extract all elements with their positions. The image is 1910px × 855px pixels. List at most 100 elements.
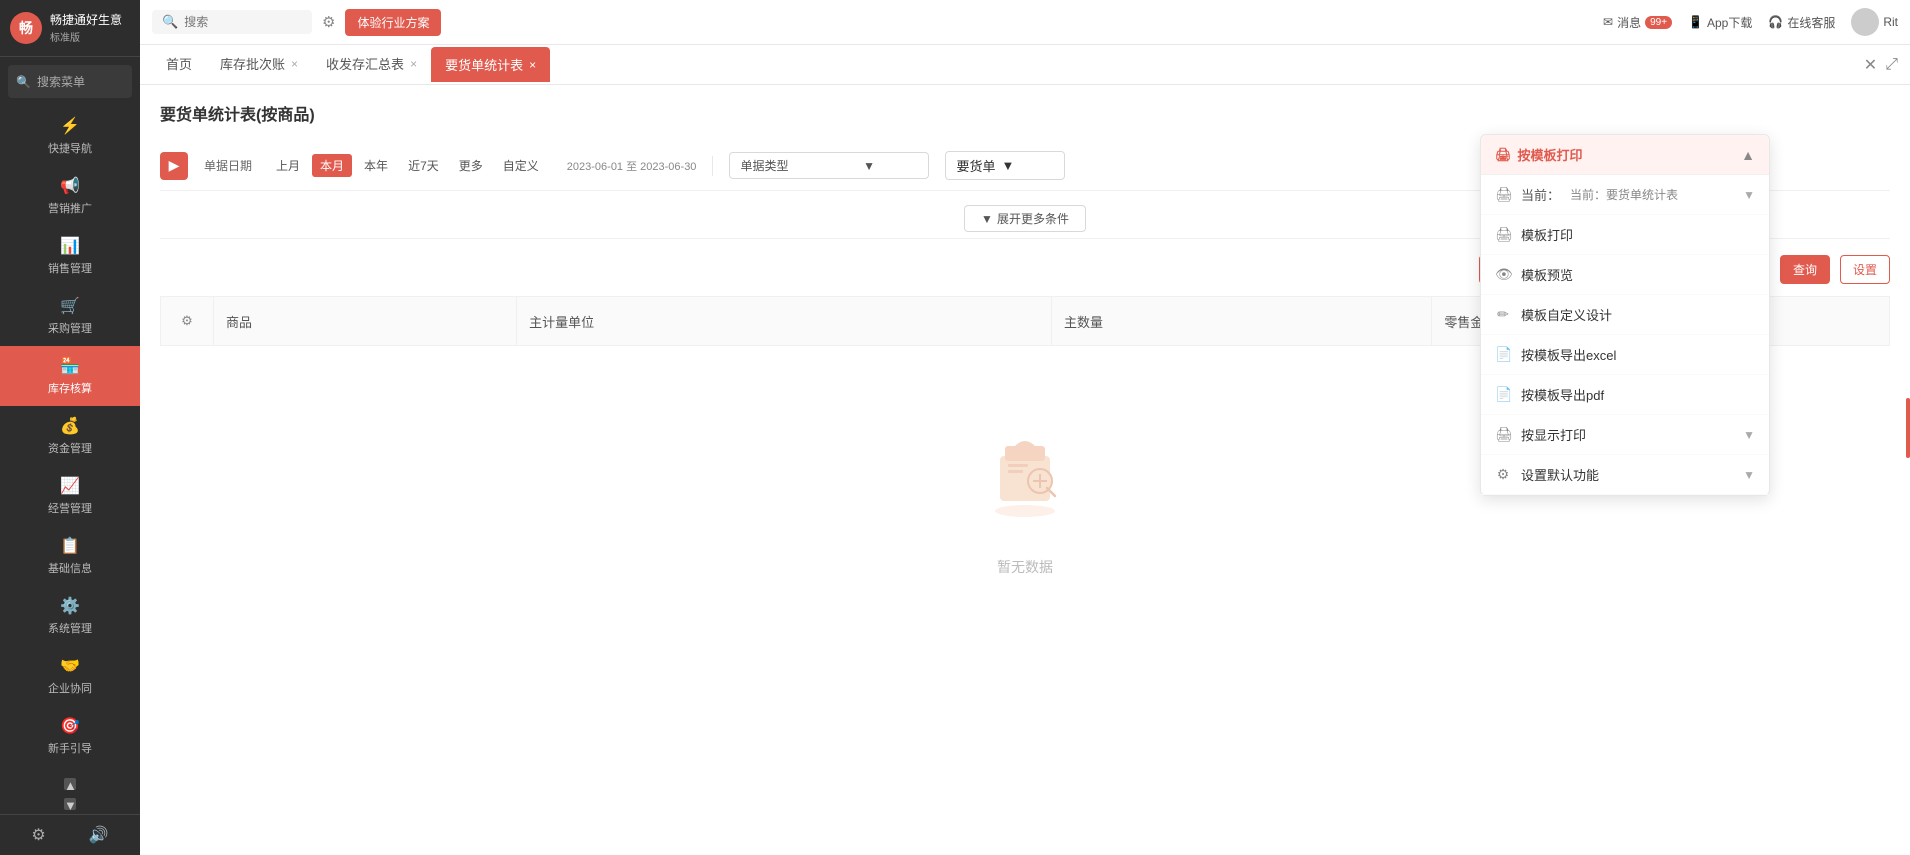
dropdown-template-print[interactable]: 🖨 模板打印 [1481, 215, 1769, 255]
sidebar-item-basic[interactable]: 📋 基础信息 [0, 526, 140, 586]
expand-icon: ▼ [981, 212, 993, 226]
sidebar: 畅 畅捷通好生意 标准版 🔍 搜索菜单 ⚡ 快捷导航 📢 营销推广 📊 销售管理… [0, 0, 140, 855]
date-tab-current[interactable]: 本月 [312, 154, 352, 177]
col-quantity: 主数量 [1051, 297, 1431, 346]
dropdown-template-excel[interactable]: 📄 按模板导出excel [1481, 335, 1769, 375]
tab-receivable-summary-label: 收发存汇总表 [326, 54, 404, 73]
template-print-label: 模板打印 [1521, 225, 1573, 244]
app-icon: 📱 [1688, 15, 1703, 29]
topbar-right: ✉ 消息 99+ 📱 App下载 🎧 在线客服 Rit [1603, 8, 1898, 36]
display-print-icon: 🖨 [1495, 426, 1511, 443]
filter-toggle-icon: ▶ [169, 157, 180, 174]
sidebar-item-inventory[interactable]: 🏪 库存核算 [0, 346, 140, 406]
tab-inventory-batch[interactable]: 库存批次账 × [206, 46, 312, 83]
template-preview-icon: 👁 [1495, 266, 1511, 283]
filter-type-select[interactable]: 单据类型 ▼ [729, 152, 929, 179]
date-tab-custom[interactable]: 自定义 [495, 154, 547, 177]
sidebar-scroll-down[interactable]: ▼ [64, 798, 76, 810]
tab-order-stats-close[interactable]: × [529, 58, 536, 72]
topbar-app-download[interactable]: 📱 App下载 [1688, 14, 1752, 31]
default-feature-arrow: ▼ [1743, 468, 1755, 482]
topbar-search-box[interactable]: 🔍 [152, 10, 312, 34]
date-tab-year[interactable]: 本年 [356, 154, 396, 177]
settings-btn[interactable]: 设置 [1840, 255, 1890, 284]
print-dropdown-icon: 🖨 [1495, 147, 1512, 163]
default-feature-icon: ⚙ [1495, 466, 1511, 483]
dropdown-template-pdf[interactable]: 📄 按模板导出pdf [1481, 375, 1769, 415]
marketing-icon: 📢 [60, 176, 80, 196]
topbar-message[interactable]: ✉ 消息 99+ [1603, 14, 1672, 31]
sidebar-search[interactable]: 🔍 搜索菜单 [8, 65, 132, 98]
dropdown-template-design[interactable]: ✏ 模板自定义设计 [1481, 295, 1769, 335]
current-template-name: 当前：要货单统计表 [1570, 186, 1678, 203]
dropdown-display-print[interactable]: 🖨 按显示打印 ▼ [1481, 415, 1769, 455]
tab-inventory-batch-label: 库存批次账 [220, 54, 285, 73]
sidebar-item-sales[interactable]: 📊 销售管理 [0, 226, 140, 286]
sidebar-item-appstore[interactable]: 📱 应用中心 [0, 766, 140, 774]
volume-bottom-btn[interactable]: 🔊 [89, 825, 109, 845]
sidebar-item-quick-nav[interactable]: ⚡ 快捷导航 [0, 106, 140, 166]
query-label: 查询 [1793, 261, 1817, 278]
sidebar-item-operations[interactable]: 📈 经营管理 [0, 466, 140, 526]
filter-type-label: 单据类型 [740, 157, 795, 174]
table-col-settings-btn[interactable]: ⚙ [173, 307, 201, 335]
sidebar-bottom: ⚙ 🔊 [0, 814, 140, 855]
sidebar-item-label: 资金管理 [48, 440, 92, 456]
sidebar-item-label: 采购管理 [48, 320, 92, 336]
tab-order-stats[interactable]: 要货单统计表 × [431, 47, 550, 82]
current-template-icon: 🖨 [1495, 186, 1511, 203]
topbar-trial-btn[interactable]: 体验行业方案 [345, 9, 441, 36]
topbar-service[interactable]: 🎧 在线客服 [1768, 14, 1835, 31]
query-btn[interactable]: 查询 [1780, 255, 1830, 284]
template-preview-label: 模板预览 [1521, 265, 1573, 284]
message-icon: ✉ [1603, 15, 1613, 29]
sidebar-item-system[interactable]: ⚙️ 系统管理 [0, 586, 140, 646]
topbar-search-input[interactable] [184, 15, 284, 29]
filter-tag-dropdown-icon: ▼ [1001, 158, 1014, 173]
sidebar-item-enterprise[interactable]: 🤝 企业协同 [0, 646, 140, 706]
filter-tag-select[interactable]: 要货单 ▼ [945, 151, 1065, 180]
dropdown-default-feature[interactable]: ⚙ 设置默认功能 ▼ [1481, 455, 1769, 495]
sidebar-scroll-up[interactable]: ▲ [64, 778, 76, 790]
template-print-icon: 🖨 [1495, 226, 1511, 243]
date-tabs: 上月 本月 本年 近7天 更多 自定义 [268, 154, 547, 177]
tab-receivable-summary[interactable]: 收发存汇总表 × [312, 46, 431, 83]
dropdown-template-preview[interactable]: 👁 模板预览 [1481, 255, 1769, 295]
tabbar-close-btn[interactable]: ✕ [1864, 55, 1877, 75]
tab-inventory-batch-close[interactable]: × [291, 57, 298, 71]
tab-home[interactable]: 首页 [152, 46, 206, 83]
dropdown-current-template[interactable]: 🖨 当前： 当前：要货单统计表 ▼ [1481, 175, 1769, 215]
template-pdf-label: 按模板导出pdf [1521, 385, 1604, 404]
topbar-gear-icon[interactable]: ⚙ [322, 13, 335, 31]
topbar-user[interactable]: Rit [1851, 8, 1898, 36]
username-label: Rit [1883, 15, 1898, 29]
filter-expand-more-btn[interactable]: ▼ 展开更多条件 [964, 205, 1086, 232]
logo-title: 畅捷通好生意 [50, 12, 122, 29]
search-icon: 🔍 [16, 75, 31, 89]
col-product: 商品 [214, 297, 517, 346]
filter-toggle-btn[interactable]: ▶ [160, 152, 188, 180]
sidebar-item-label: 基础信息 [48, 560, 92, 576]
date-tab-7days[interactable]: 近7天 [400, 154, 447, 177]
date-range-text: 2023-06-01 至 2023-06-30 [567, 158, 697, 174]
topbar: 🔍 ⚙ 体验行业方案 ✉ 消息 99+ 📱 App下载 🎧 在线客服 Rit [140, 0, 1910, 45]
print-dropdown-close-btn[interactable]: ▲ [1741, 147, 1755, 163]
settings-bottom-btn[interactable]: ⚙ [31, 825, 45, 845]
date-tab-prev[interactable]: 上月 [268, 154, 308, 177]
col-unit: 主计量单位 [517, 297, 1052, 346]
sidebar-item-finance[interactable]: 💰 资金管理 [0, 406, 140, 466]
topbar-search-icon: 🔍 [162, 14, 178, 30]
sidebar-item-marketing[interactable]: 📢 营销推广 [0, 166, 140, 226]
sidebar-item-newbie[interactable]: 🎯 新手引导 [0, 706, 140, 766]
date-filter-label: 单据日期 [204, 157, 252, 174]
enterprise-icon: 🤝 [60, 656, 80, 676]
date-tab-more[interactable]: 更多 [451, 154, 491, 177]
col-settings: ⚙ [161, 297, 214, 346]
default-feature-label: 设置默认功能 [1521, 465, 1599, 484]
sidebar-item-purchase[interactable]: 🛒 采购管理 [0, 286, 140, 346]
tabbar-expand-btn[interactable]: ⤢ [1885, 56, 1898, 74]
template-excel-icon: 📄 [1495, 346, 1511, 363]
filter-divider [712, 156, 713, 176]
tab-receivable-summary-close[interactable]: × [410, 57, 417, 71]
template-excel-label: 按模板导出excel [1521, 345, 1616, 364]
